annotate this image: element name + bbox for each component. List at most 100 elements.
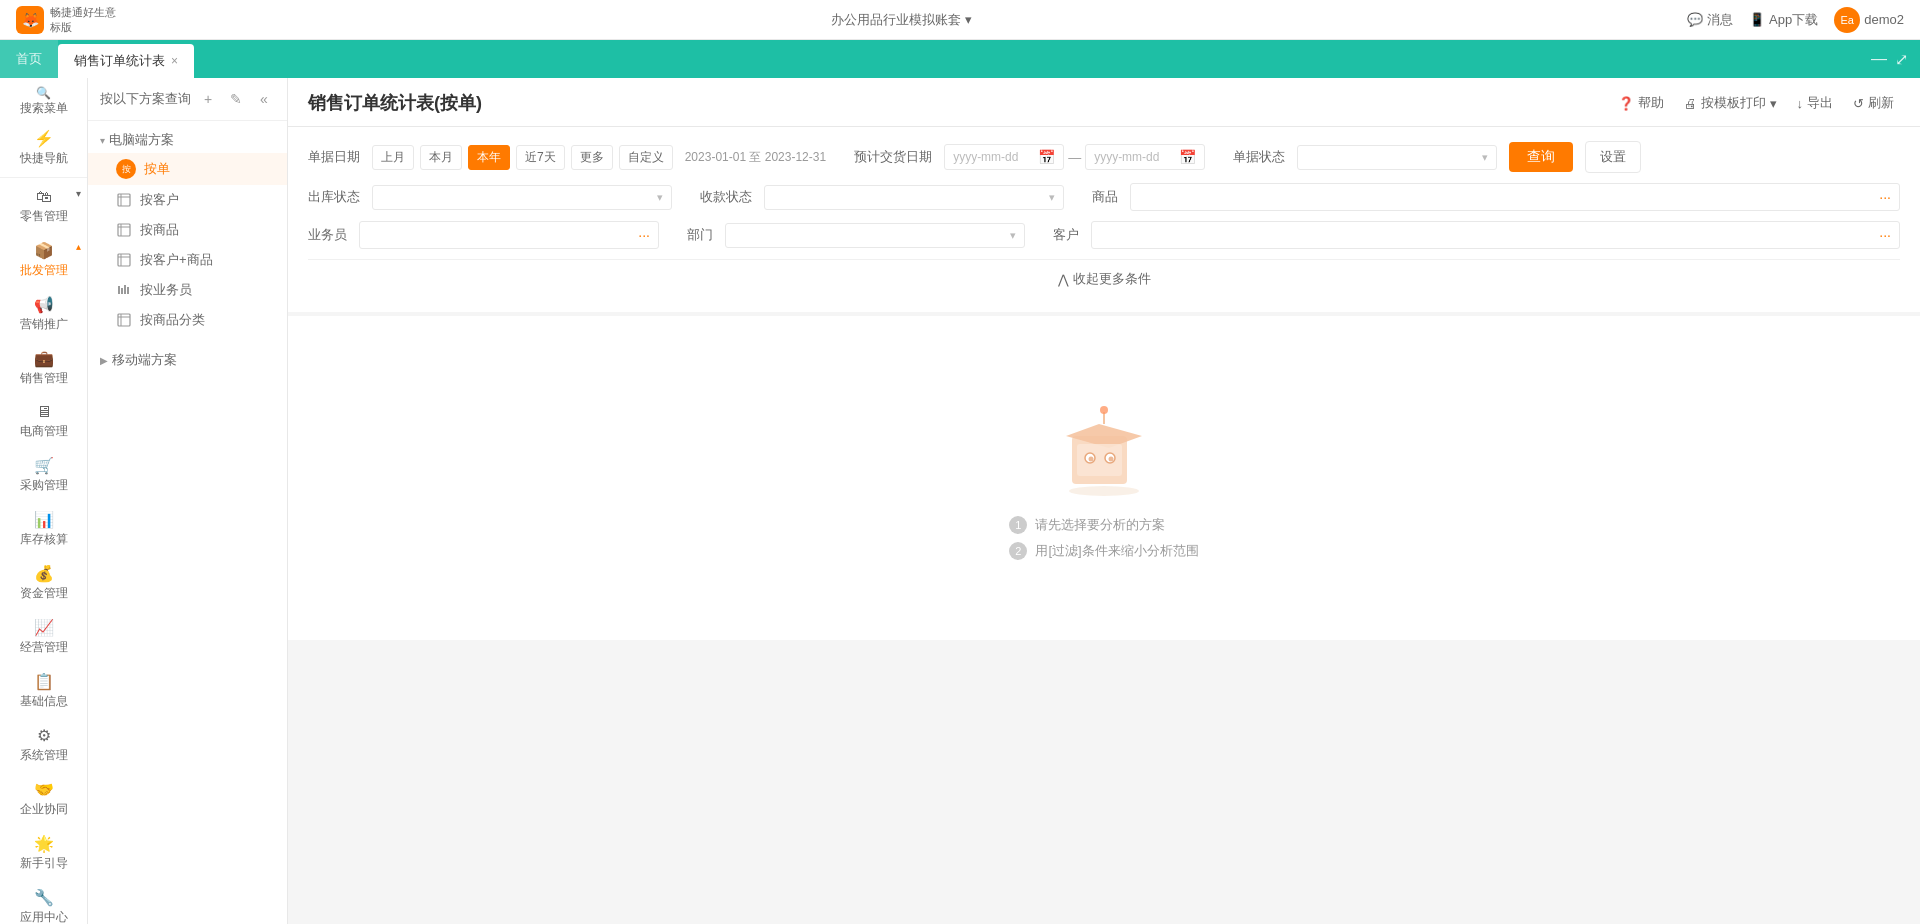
expected-date-inputs: yyyy-mm-dd 📅 — yyyy-mm-dd 📅 — [944, 144, 1205, 170]
sidebar-item-sales[interactable]: 💼 销售管理 — [0, 341, 87, 395]
sidebar-item-enterprise[interactable]: 🤝 企业协同 — [0, 772, 87, 826]
status-select[interactable]: ▾ — [1297, 145, 1497, 170]
tab-sales-order-stats[interactable]: 销售订单统计表 × — [58, 44, 194, 78]
left-panel: 按以下方案查询 + ✎ « ▾ 电脑端方案 按 按单 — [88, 78, 288, 924]
add-scheme-btn[interactable]: + — [197, 88, 219, 110]
svg-rect-9 — [118, 286, 120, 294]
scheme-item-by-customer-goods[interactable]: 按客户+商品 — [88, 245, 287, 275]
customer-label: 客户 — [1053, 226, 1079, 244]
sidebar-item-marketing[interactable]: 📢 营销推广 — [0, 287, 87, 341]
logo-icon: 🦊 — [16, 6, 44, 34]
query-button[interactable]: 查询 — [1509, 142, 1573, 172]
delivery-status-select[interactable]: ▾ — [372, 185, 672, 210]
sidebar-search[interactable]: 🔍 搜索菜单 — [0, 78, 87, 121]
goods-input[interactable]: ··· — [1130, 183, 1900, 211]
more-dots-icon: ··· — [1879, 227, 1891, 243]
expected-date-label: 预计交货日期 — [854, 148, 932, 166]
date-btn-last-month[interactable]: 上月 — [372, 145, 414, 170]
ecommerce-icon: 🖥 — [36, 403, 52, 421]
date-separator: — — [1068, 150, 1081, 165]
date-label: 单据日期 — [308, 148, 360, 166]
expected-date-end[interactable]: yyyy-mm-dd 📅 — [1085, 144, 1205, 170]
scheme-item-by-salesman[interactable]: 按业务员 — [88, 275, 287, 305]
date-btn-custom[interactable]: 自定义 — [619, 145, 673, 170]
payment-status-select[interactable]: ▾ — [764, 185, 1064, 210]
chevron-down-icon: ▾ — [1010, 229, 1016, 242]
sidebar-item-inventory[interactable]: 📊 库存核算 — [0, 502, 87, 556]
scheme-item-by-order[interactable]: 按 按单 — [88, 153, 287, 185]
sidebar: 🔍 搜索菜单 ⚡ 快捷导航 🛍 零售管理 ▾ 📦 批发管理 ▴ 📢 营销推广 💼… — [0, 78, 88, 924]
print-btn[interactable]: 🖨 按模板打印 ▾ — [1678, 90, 1783, 116]
top-bar-center: 办公用品行业模拟账套 ▾ — [831, 11, 972, 29]
svg-rect-6 — [118, 254, 130, 266]
sidebar-item-basic[interactable]: 📋 基础信息 — [0, 664, 87, 718]
scheme-item-by-customer[interactable]: 按客户 — [88, 185, 287, 215]
sidebar-item-ecommerce[interactable]: 🖥 电商管理 — [0, 395, 87, 448]
svg-rect-12 — [127, 287, 129, 294]
empty-state: 1 请先选择要分析的方案 2 用[过滤]条件来缩小分析范围 — [288, 316, 1920, 640]
setting-button[interactable]: 设置 — [1585, 141, 1641, 173]
svg-point-16 — [1069, 486, 1139, 496]
app-download-btn[interactable]: 📱 App下载 — [1749, 11, 1818, 29]
tab-home[interactable]: 首页 — [0, 40, 58, 78]
account-selector[interactable]: 办公用品行业模拟账套 ▾ — [831, 11, 972, 29]
tab-bar-actions: — ⤢ — [1871, 50, 1920, 69]
minimize-icon[interactable]: — — [1871, 50, 1887, 68]
maximize-icon[interactable]: ⤢ — [1895, 50, 1908, 69]
sidebar-item-operation[interactable]: 📈 经营管理 — [0, 610, 87, 664]
empty-illustration — [1044, 396, 1164, 496]
top-bar-right: 💬 消息 📱 App下载 Ea demo2 — [1687, 7, 1904, 33]
chevron-up-icon: ▴ — [76, 241, 81, 252]
svg-point-21 — [1089, 457, 1094, 462]
hint-num-1: 1 — [1009, 516, 1027, 534]
status-label: 单据状态 — [1233, 148, 1285, 166]
panel-header-actions: + ✎ « — [197, 88, 275, 110]
sidebar-item-newbie[interactable]: 🌟 新手引导 — [0, 826, 87, 880]
export-btn[interactable]: ↓ 导出 — [1791, 90, 1840, 116]
scheme-group-pc: ▾ 电脑端方案 按 按单 按客户 — [88, 121, 287, 341]
date-btn-this-month[interactable]: 本月 — [420, 145, 462, 170]
svg-point-22 — [1109, 457, 1114, 462]
sidebar-item-wholesale[interactable]: 📦 批发管理 ▴ — [0, 233, 87, 287]
svg-point-24 — [1100, 406, 1108, 414]
newbie-icon: 🌟 — [34, 834, 54, 853]
edit-scheme-btn[interactable]: ✎ — [225, 88, 247, 110]
delivery-status-label: 出库状态 — [308, 188, 360, 206]
tab-close-icon[interactable]: × — [171, 54, 178, 68]
message-btn[interactable]: 💬 消息 — [1687, 11, 1733, 29]
sidebar-item-system[interactable]: ⚙ 系统管理 — [0, 718, 87, 772]
sidebar-item-appstore[interactable]: 🔧 应用中心 — [0, 880, 87, 924]
date-btn-more[interactable]: 更多 — [571, 145, 613, 170]
sidebar-item-retail[interactable]: 🛍 零售管理 ▾ — [0, 180, 87, 233]
logo-area: 🦊 畅捷通好生意 标版 — [16, 5, 116, 34]
empty-hint-1: 1 请先选择要分析的方案 — [1009, 516, 1198, 534]
salesman-input[interactable]: ··· — [359, 221, 659, 249]
system-icon: ⚙ — [37, 726, 51, 745]
refresh-icon: ↺ — [1853, 96, 1864, 111]
help-btn[interactable]: ❓ 帮助 — [1612, 90, 1670, 116]
svg-rect-0 — [118, 194, 130, 206]
user-menu[interactable]: Ea demo2 — [1834, 7, 1904, 33]
scheme-item-by-goods[interactable]: 按商品 — [88, 215, 287, 245]
expected-date-start[interactable]: yyyy-mm-dd 📅 — [944, 144, 1064, 170]
sidebar-item-shortcut[interactable]: ⚡ 快捷导航 — [0, 121, 87, 175]
collapse-panel-btn[interactable]: « — [253, 88, 275, 110]
scheme-group-title-mobile[interactable]: ▶ 移动端方案 — [88, 347, 287, 373]
sidebar-item-purchase[interactable]: 🛒 采购管理 — [0, 448, 87, 502]
top-bar-left: 🦊 畅捷通好生意 标版 — [16, 5, 116, 34]
filter-area: 单据日期 上月 本月 本年 近7天 更多 自定义 2023-01-01 至 20… — [288, 127, 1920, 312]
chevron-down-icon: ▾ — [1482, 151, 1488, 164]
sidebar-item-finance[interactable]: 💰 资金管理 — [0, 556, 87, 610]
refresh-btn[interactable]: ↺ 刷新 — [1847, 90, 1900, 116]
date-btn-last-7-days[interactable]: 近7天 — [516, 145, 565, 170]
scheme-item-by-category[interactable]: 按商品分类 — [88, 305, 287, 335]
date-quick-buttons: 上月 本月 本年 近7天 更多 自定义 — [372, 145, 673, 170]
date-btn-this-year[interactable]: 本年 — [468, 145, 510, 170]
scheme-group-title-pc[interactable]: ▾ 电脑端方案 — [88, 127, 287, 153]
retail-icon: 🛍 — [36, 188, 52, 206]
collapse-filters-btn[interactable]: ⋀ 收起更多条件 — [308, 259, 1900, 298]
customer-input[interactable]: ··· — [1091, 221, 1900, 249]
hint-num-2: 2 — [1009, 542, 1027, 560]
more-dots-icon: ··· — [638, 227, 650, 243]
department-select[interactable]: ▾ — [725, 223, 1025, 248]
